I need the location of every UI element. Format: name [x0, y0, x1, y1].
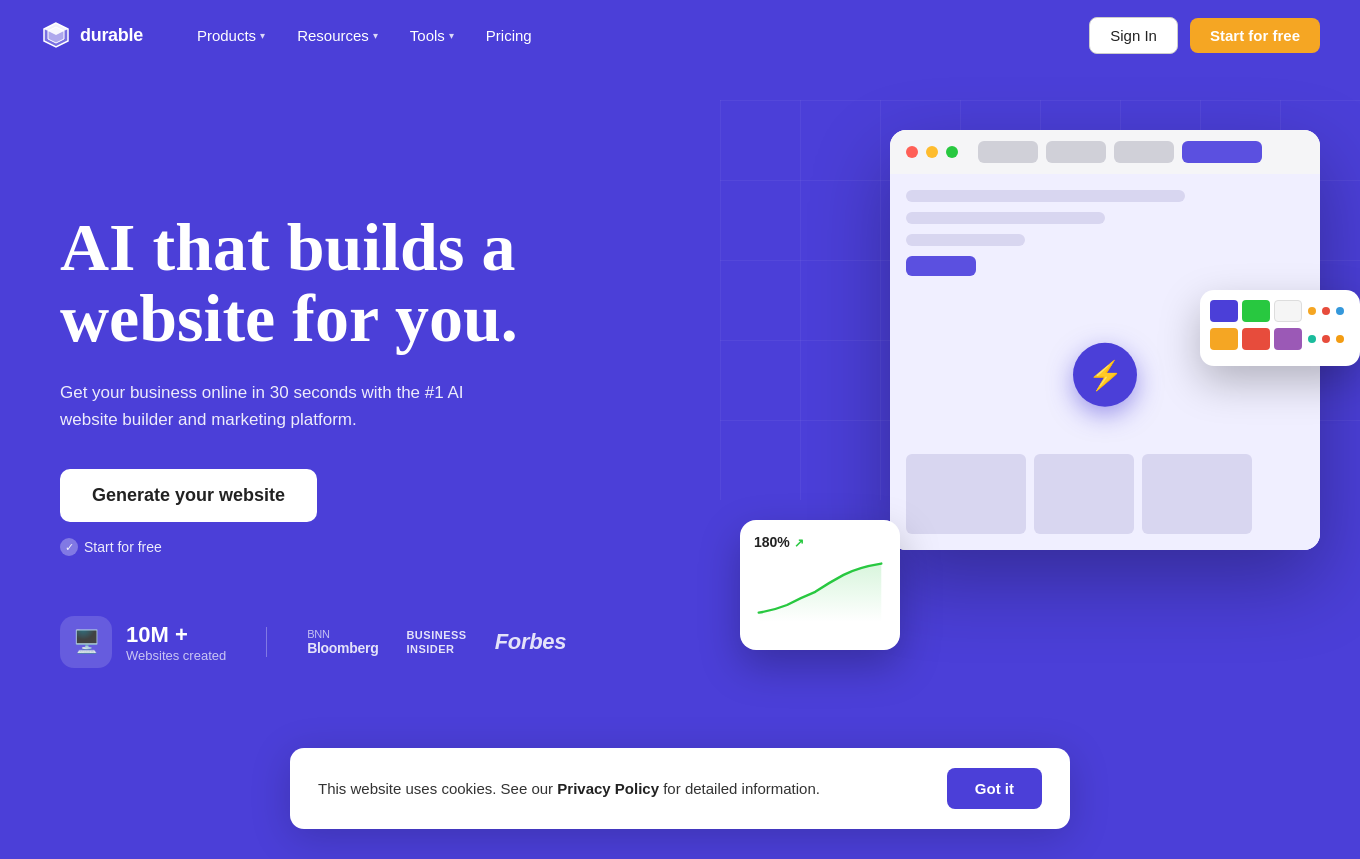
browser-tab-3	[1114, 141, 1174, 163]
skeleton-block-3	[1142, 454, 1252, 534]
websites-count: 10M +	[126, 622, 226, 648]
nav-resources[interactable]: Resources ▾	[283, 19, 392, 52]
hero-section: AI that builds a website for you. Get yo…	[0, 70, 1360, 790]
nav-products[interactable]: Products ▾	[183, 19, 279, 52]
dot-orange	[1308, 307, 1316, 315]
palette-row-1	[1210, 300, 1350, 322]
press-logos: BNN Bloomberg BUSINESSINSIDER Forbes	[307, 628, 566, 657]
dot-yellow	[1336, 335, 1344, 343]
cookie-accept-button[interactable]: Got it	[947, 768, 1042, 809]
swatch-red	[1242, 328, 1270, 350]
browser-titlebar	[890, 130, 1320, 174]
stats-row: 🖥️ 10M + Websites created BNN Bloomberg …	[60, 616, 600, 668]
skeleton-row-1	[906, 190, 1304, 202]
swatch-light	[1274, 300, 1302, 322]
browser-tab-2	[1046, 141, 1106, 163]
skeleton-row-3	[906, 234, 1304, 246]
hero-content: AI that builds a website for you. Get yo…	[60, 212, 600, 668]
skeleton-line	[906, 212, 1105, 224]
nav-pricing[interactable]: Pricing	[472, 19, 546, 52]
floating-palette-card	[1200, 290, 1360, 366]
dot-red2	[1322, 335, 1330, 343]
nav-tools[interactable]: Tools ▾	[396, 19, 468, 52]
tools-chevron-icon: ▾	[449, 30, 454, 41]
hero-visual: ⚡ 180% ↗	[680, 90, 1360, 770]
websites-label: Websites created	[126, 648, 226, 663]
skeleton-block-1	[906, 454, 1026, 534]
floating-chart-card: 180% ↗	[740, 520, 900, 650]
skeleton-row-2	[906, 212, 1304, 224]
palette-row-2	[1210, 328, 1350, 350]
skeleton-line	[906, 190, 1185, 202]
chart-arrow-icon: ↗	[794, 536, 804, 550]
traffic-light-green	[946, 146, 958, 158]
durable-logo-icon	[40, 19, 72, 51]
brand-logo[interactable]: durable	[40, 19, 143, 51]
privacy-policy-link[interactable]: Privacy Policy	[557, 780, 659, 797]
swatch-purple	[1210, 300, 1238, 322]
start-for-free-nav-button[interactable]: Start for free	[1190, 18, 1320, 53]
hero-subtitle: Get your business online in 30 seconds w…	[60, 379, 480, 433]
chart-line-graph	[754, 554, 886, 624]
traffic-light-yellow	[926, 146, 938, 158]
business-insider-logo: BUSINESSINSIDER	[406, 628, 466, 657]
checkmark-icon: ✓	[60, 538, 78, 556]
browser-tab-active	[1182, 141, 1262, 163]
stat-divider	[266, 627, 267, 657]
skeleton-button	[906, 256, 976, 276]
navbar: durable Products ▾ Resources ▾ Tools ▾ P…	[0, 0, 1360, 70]
cookie-banner: This website uses cookies. See our Priva…	[290, 748, 1070, 829]
browser-tab-1	[978, 141, 1038, 163]
products-chevron-icon: ▾	[260, 30, 265, 41]
dot-teal	[1308, 335, 1316, 343]
signin-button[interactable]: Sign In	[1089, 17, 1178, 54]
nav-links: Products ▾ Resources ▾ Tools ▾ Pricing	[183, 19, 1089, 52]
monitor-icon: 🖥️	[60, 616, 112, 668]
resources-chevron-icon: ▾	[373, 30, 378, 41]
websites-stat: 🖥️ 10M + Websites created	[60, 616, 226, 668]
dot-blue	[1336, 307, 1344, 315]
stat-text: 10M + Websites created	[126, 622, 226, 663]
nav-actions: Sign In Start for free	[1089, 17, 1320, 54]
brand-name: durable	[80, 25, 143, 46]
swatch-orange	[1210, 328, 1238, 350]
chart-value: 180% ↗	[754, 534, 886, 550]
browser-tabs	[978, 141, 1262, 163]
forbes-logo: Forbes	[495, 629, 567, 655]
lightning-icon: ⚡	[1073, 343, 1137, 407]
swatch-violet	[1274, 328, 1302, 350]
start-free-label: ✓ Start for free	[60, 538, 600, 556]
skeleton-blocks-row	[906, 454, 1304, 534]
generate-website-button[interactable]: Generate your website	[60, 469, 317, 522]
traffic-light-red	[906, 146, 918, 158]
skeleton-line	[906, 234, 1025, 246]
dot-red	[1322, 307, 1330, 315]
hero-title: AI that builds a website for you.	[60, 212, 600, 355]
swatch-green	[1242, 300, 1270, 322]
cookie-text: This website uses cookies. See our Priva…	[318, 780, 927, 797]
skeleton-block-2	[1034, 454, 1134, 534]
bloomberg-logo: BNN Bloomberg	[307, 628, 378, 656]
